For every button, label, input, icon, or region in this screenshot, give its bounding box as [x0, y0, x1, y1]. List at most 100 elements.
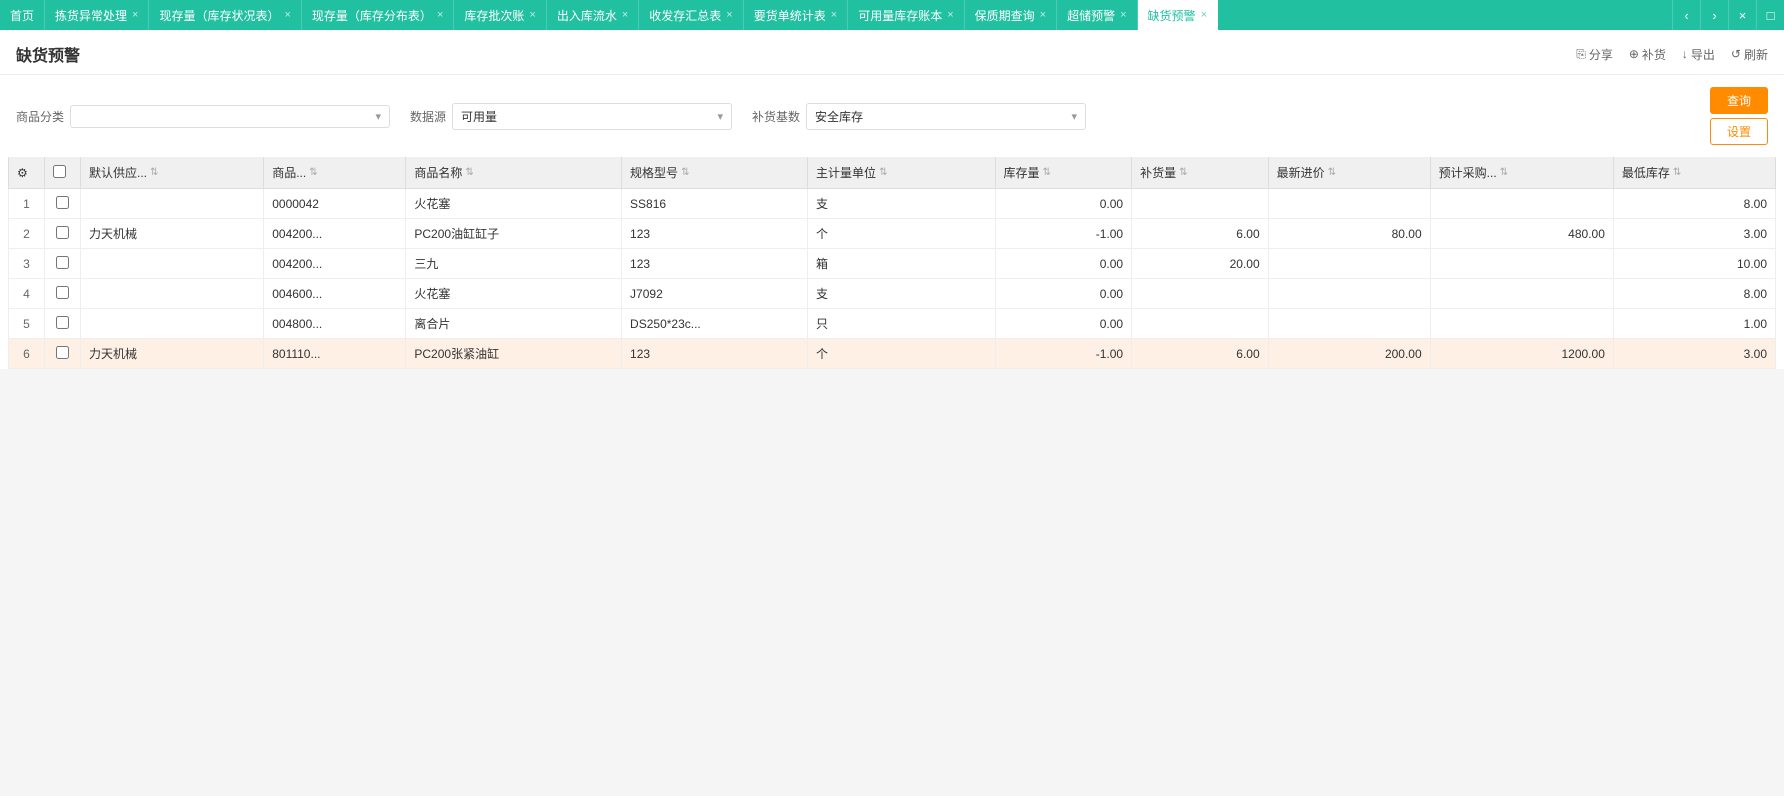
row-estimatedpurchase-6: 1200.00: [1430, 339, 1613, 369]
tab-scroll-left[interactable]: ‹: [1672, 0, 1700, 30]
refresh-button[interactable]: ↺ 刷新: [1731, 46, 1768, 63]
tab-4[interactable]: 库存批次账 ×: [454, 0, 546, 30]
row-productcode-6: 801110...: [264, 339, 406, 369]
page-header: 缺货预警 ⎘ 分享 ⊕ 补货 ↓ 导出 ↺ 刷新: [0, 30, 1784, 75]
table-row: 5 004800... 离合片 DS250*23c... 只 0.00 1.00: [9, 309, 1776, 339]
row-productcode-3: 004200...: [264, 249, 406, 279]
table-row: 3 004200... 三九 123 箱 0.00 20.00 10.00: [9, 249, 1776, 279]
row-checkbox-4[interactable]: [45, 279, 81, 309]
row-restock-4: [1132, 279, 1269, 309]
row-minstock-2: 3.00: [1613, 219, 1775, 249]
row-checkbox-1[interactable]: [45, 189, 81, 219]
tab-close-5[interactable]: ×: [622, 9, 628, 21]
th-spec[interactable]: 规格型号 ⇅: [622, 157, 808, 189]
datasource-select[interactable]: 可用量 ▾: [452, 103, 732, 130]
tab-3[interactable]: 现存量（库存分布表） ×: [302, 0, 454, 30]
row-checkbox-6[interactable]: [45, 339, 81, 369]
tab-home[interactable]: 首页: [0, 0, 45, 30]
row-productname-6: PC200张紧油缸: [406, 339, 622, 369]
tab-10[interactable]: 超储预警 ×: [1057, 0, 1137, 30]
filter-actions: 查询 设置: [1710, 87, 1768, 145]
row-supplier-2: 力天机械: [81, 219, 264, 249]
category-chevron-down-icon: ▾: [375, 110, 381, 123]
th-stock[interactable]: 库存量 ⇅: [995, 157, 1132, 189]
select-all-checkbox[interactable]: [53, 165, 66, 178]
th-minstock[interactable]: 最低库存 ⇅: [1613, 157, 1775, 189]
settings-icon: ⚙: [17, 166, 28, 180]
table-row: 6 力天机械 801110... PC200张紧油缸 123 个 -1.00 6…: [9, 339, 1776, 369]
row-unit-5: 只: [808, 309, 995, 339]
tab-9[interactable]: 保质期查询 ×: [965, 0, 1057, 30]
restockbase-label: 补货基数: [752, 108, 800, 125]
row-supplier-6: 力天机械: [81, 339, 264, 369]
tab-close-3[interactable]: ×: [437, 9, 443, 21]
category-select[interactable]: ▾: [70, 105, 390, 128]
unit-sort-icon: ⇅: [879, 167, 887, 178]
th-supplier[interactable]: 默认供应... ⇅: [81, 157, 264, 189]
restockbase-select[interactable]: 安全库存 ▾: [806, 103, 1086, 130]
tab-close-11[interactable]: ×: [1201, 9, 1207, 21]
tab-close-6[interactable]: ×: [726, 9, 732, 21]
th-gear[interactable]: ⚙: [9, 157, 45, 189]
export-icon: ↓: [1682, 47, 1688, 61]
row-stock-3: 0.00: [995, 249, 1132, 279]
row-stock-4: 0.00: [995, 279, 1132, 309]
th-productname[interactable]: 商品名称 ⇅: [406, 157, 622, 189]
tab-1[interactable]: 拣货异常处理 ×: [45, 0, 149, 30]
settings-button[interactable]: 设置: [1710, 118, 1768, 145]
tab-11[interactable]: 缺货预警 ×: [1138, 0, 1218, 30]
row-num-2: 2: [9, 219, 45, 249]
row-minstock-5: 1.00: [1613, 309, 1775, 339]
tab-close-7[interactable]: ×: [831, 9, 837, 21]
row-latestprice-5: [1268, 309, 1430, 339]
tab-close-8[interactable]: ×: [947, 9, 953, 21]
stock-sort-icon: ⇅: [1043, 167, 1051, 178]
row-restock-1: [1132, 189, 1269, 219]
export-button[interactable]: ↓ 导出: [1682, 46, 1715, 63]
tab-6[interactable]: 收发存汇总表 ×: [639, 0, 743, 30]
productcode-sort-icon: ⇅: [309, 167, 317, 178]
tab-close-1[interactable]: ×: [132, 9, 138, 21]
row-checkbox-5[interactable]: [45, 309, 81, 339]
tab-close-10[interactable]: ×: [1120, 9, 1126, 21]
th-unit[interactable]: 主计量单位 ⇅: [808, 157, 995, 189]
tab-scroll-right[interactable]: ›: [1700, 0, 1728, 30]
datasource-label: 数据源: [410, 108, 446, 125]
row-productname-4: 火花塞: [406, 279, 622, 309]
row-num-6: 6: [9, 339, 45, 369]
row-spec-4: J7092: [622, 279, 808, 309]
productname-sort-icon: ⇅: [465, 167, 473, 178]
tab-5[interactable]: 出入库流水 ×: [547, 0, 639, 30]
th-restock[interactable]: 补货量 ⇅: [1132, 157, 1269, 189]
row-checkbox-3[interactable]: [45, 249, 81, 279]
share-icon: ⎘: [1576, 47, 1586, 62]
row-supplier-4: [81, 279, 264, 309]
tab-close-9[interactable]: ×: [1040, 9, 1046, 21]
tab-8[interactable]: 可用量库存账本 ×: [848, 0, 964, 30]
row-productcode-1: 0000042: [264, 189, 406, 219]
th-productcode[interactable]: 商品... ⇅: [264, 157, 406, 189]
row-latestprice-2: 80.00: [1268, 219, 1430, 249]
tab-7[interactable]: 要货单统计表 ×: [744, 0, 848, 30]
page-content: 缺货预警 ⎘ 分享 ⊕ 补货 ↓ 导出 ↺ 刷新 商品分类: [0, 30, 1784, 369]
tab-2[interactable]: 现存量（库存状况表） ×: [149, 0, 301, 30]
restock-button[interactable]: ⊕ 补货: [1629, 46, 1666, 63]
row-minstock-1: 8.00: [1613, 189, 1775, 219]
tab-maximize[interactable]: □: [1756, 0, 1784, 30]
row-checkbox-2[interactable]: [45, 219, 81, 249]
filter-row: 商品分类 ▾ 数据源 可用量 ▾ 补货基数 安全库存 ▾ 查询 设置: [0, 75, 1784, 157]
tab-close-window[interactable]: ×: [1728, 0, 1756, 30]
query-button[interactable]: 查询: [1710, 87, 1768, 114]
row-restock-6: 6.00: [1132, 339, 1269, 369]
tab-close-4[interactable]: ×: [529, 9, 535, 21]
th-estimatedpurchase[interactable]: 预计采购... ⇅: [1430, 157, 1613, 189]
share-button[interactable]: ⎘ 分享: [1576, 46, 1613, 63]
table-body: 1 0000042 火花塞 SS816 支 0.00 8.00 2 力天机械 0…: [9, 189, 1776, 369]
restock-icon: ⊕: [1629, 47, 1639, 61]
spec-sort-icon: ⇅: [681, 167, 689, 178]
tab-close-2[interactable]: ×: [284, 9, 290, 21]
restockbase-filter-group: 补货基数 安全库存 ▾: [752, 103, 1086, 130]
th-latestprice[interactable]: 最新进价 ⇅: [1268, 157, 1430, 189]
datasource-chevron-down-icon: ▾: [718, 110, 724, 123]
row-stock-5: 0.00: [995, 309, 1132, 339]
